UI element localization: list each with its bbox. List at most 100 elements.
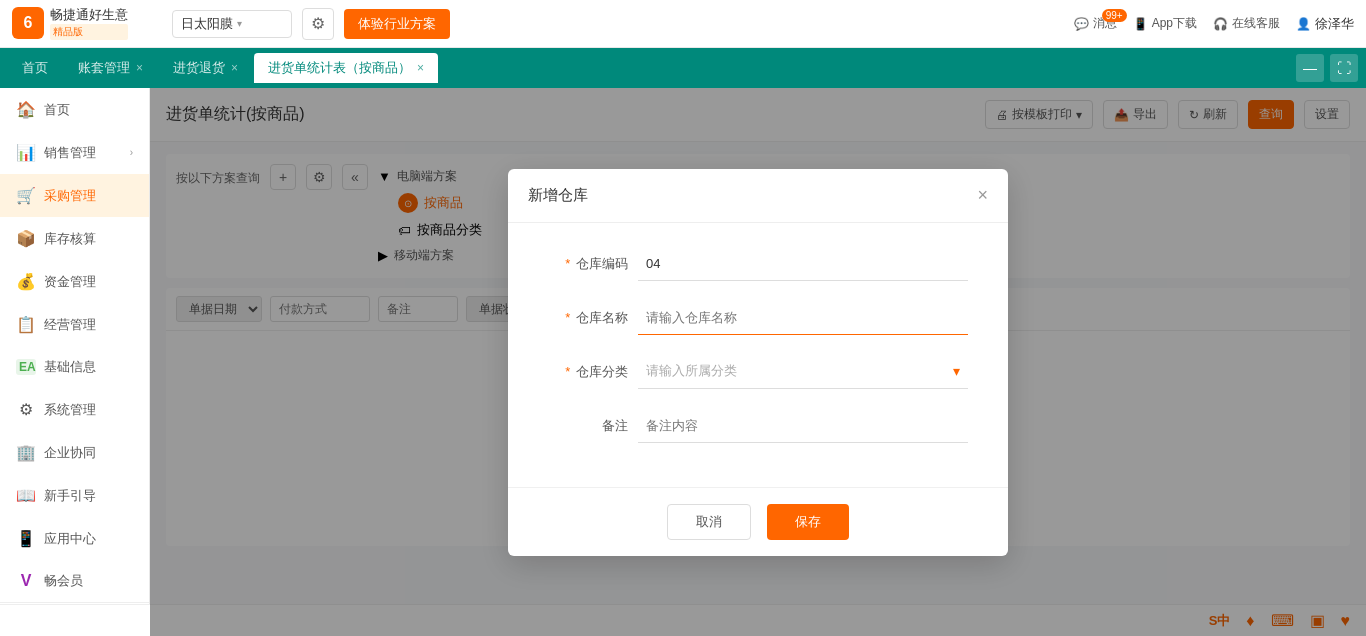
- code-label: * 仓库编码: [548, 255, 628, 273]
- headset-icon: 🎧: [1213, 17, 1228, 31]
- tab-home[interactable]: 首页: [8, 53, 62, 83]
- user-profile-button[interactable]: 👤 徐泽华: [1296, 15, 1354, 33]
- settings-button[interactable]: ⚙: [302, 8, 334, 40]
- online-service-button[interactable]: 🎧 在线客服: [1213, 15, 1280, 32]
- sidebar-item-sales-label: 销售管理: [44, 144, 96, 162]
- message-button[interactable]: 💬 99+ 消息: [1074, 15, 1117, 32]
- top-header: 6 畅捷通好生意 精品版 日太阳膜 ▾ ⚙ 体验行业方案 💬 99+ 消息 📱 …: [0, 0, 1366, 48]
- tab-account-close[interactable]: ×: [136, 61, 143, 75]
- sidebar-sales-arrow: ›: [130, 147, 133, 158]
- warehouse-code-input[interactable]: [638, 247, 968, 281]
- sidebar-item-system-label: 系统管理: [44, 401, 96, 419]
- logo-badge: 精品版: [50, 24, 128, 40]
- form-row-code: * 仓库编码: [548, 247, 968, 281]
- warehouse-note-input[interactable]: [638, 409, 968, 443]
- avatar-icon: 👤: [1296, 17, 1311, 31]
- sidebar-item-operations[interactable]: 📋 经营管理: [0, 303, 149, 346]
- tab-purchase-return-close[interactable]: ×: [231, 61, 238, 75]
- sidebar-item-home-label: 首页: [44, 101, 70, 119]
- inventory-icon: 📦: [16, 229, 36, 248]
- warehouse-name-input[interactable]: [638, 301, 968, 335]
- warehouse-category-select[interactable]: 请输入所属分类 ▾: [638, 355, 968, 389]
- sidebar-item-finance[interactable]: 💰 资金管理: [0, 260, 149, 303]
- save-button[interactable]: 保存: [767, 504, 849, 540]
- sidebar-item-enterprise[interactable]: 🏢 企业协同: [0, 431, 149, 474]
- tab-account-label: 账套管理: [78, 59, 130, 77]
- sidebar-item-purchase-label: 采购管理: [44, 187, 96, 205]
- dialog-title: 新增仓库: [528, 186, 588, 205]
- logo-area: 6 畅捷通好生意 精品版: [12, 7, 162, 40]
- message-icon: 💬: [1074, 17, 1089, 31]
- app-download-button[interactable]: 📱 App下载: [1133, 15, 1197, 32]
- tab-purchase-return[interactable]: 进货退货 ×: [159, 53, 252, 83]
- finance-icon: 💰: [16, 272, 36, 291]
- sidebar-item-apps-label: 应用中心: [44, 530, 96, 548]
- sidebar-item-system[interactable]: ⚙ 系统管理: [0, 388, 149, 431]
- sidebar-item-apps[interactable]: 📱 应用中心: [0, 517, 149, 560]
- tab-actions: — ⛶: [1296, 54, 1358, 82]
- user-name: 徐泽华: [1315, 15, 1354, 33]
- dropdown-arrow-icon: ▾: [237, 18, 242, 29]
- purchase-icon: 🛒: [16, 186, 36, 205]
- trial-button[interactable]: 体验行业方案: [344, 9, 450, 39]
- sidebar-item-home[interactable]: 🏠 首页: [0, 88, 149, 131]
- dialog-body: * 仓库编码 * 仓库名称 *: [508, 223, 1008, 487]
- phone-icon: 📱: [1133, 17, 1148, 31]
- guide-icon: 📖: [16, 486, 36, 505]
- category-dropdown-icon: ▾: [953, 363, 960, 379]
- tab-home-label: 首页: [22, 59, 48, 77]
- store-selector[interactable]: 日太阳膜 ▾: [172, 10, 292, 38]
- form-row-name: * 仓库名称: [548, 301, 968, 335]
- sidebar-item-enterprise-label: 企业协同: [44, 444, 96, 462]
- sales-icon: 📊: [16, 143, 36, 162]
- logo-text: 畅捷通好生意: [50, 7, 128, 24]
- tab-purchase-stats-close[interactable]: ×: [417, 61, 424, 75]
- apps-icon: 📱: [16, 529, 36, 548]
- dialog-close-button[interactable]: ×: [977, 185, 988, 206]
- category-label: * 仓库分类: [548, 363, 628, 381]
- sidebar: 🏠 首页 📊 销售管理 › 🛒 采购管理 📦 库存核算 💰 资金管理 📋 经营管…: [0, 88, 150, 636]
- sidebar-item-purchase[interactable]: 🛒 采购管理: [0, 174, 149, 217]
- cancel-button[interactable]: 取消: [667, 504, 751, 540]
- tab-purchase-stats-label: 进货单统计表（按商品）: [268, 59, 411, 77]
- form-row-category: * 仓库分类 请输入所属分类 ▾: [548, 355, 968, 389]
- content-area: 进货单统计(按商品) 🖨 按模板打印 ▾ 📤 导出 ↻ 刷新 查询: [150, 88, 1366, 636]
- app-download-label: App下载: [1152, 15, 1197, 32]
- sidebar-item-sales[interactable]: 📊 销售管理 ›: [0, 131, 149, 174]
- online-service-label: 在线客服: [1232, 15, 1280, 32]
- sidebar-item-basic-label: 基础信息: [44, 358, 96, 376]
- sidebar-item-operations-label: 经营管理: [44, 316, 96, 334]
- message-badge: 99+: [1102, 9, 1127, 22]
- sidebar-item-vip[interactable]: V 畅会员: [0, 560, 149, 602]
- form-row-note: 备注: [548, 409, 968, 443]
- sidebar-item-guide-label: 新手引导: [44, 487, 96, 505]
- tab-min-button[interactable]: —: [1296, 54, 1324, 82]
- tab-max-button[interactable]: ⛶: [1330, 54, 1358, 82]
- header-right: 💬 99+ 消息 📱 App下载 🎧 在线客服 👤 徐泽华: [1074, 15, 1354, 33]
- sidebar-item-finance-label: 资金管理: [44, 273, 96, 291]
- tab-bar: 首页 账套管理 × 进货退货 × 进货单统计表（按商品） × — ⛶: [0, 48, 1366, 88]
- logo-icon: 6: [12, 7, 44, 39]
- category-placeholder: 请输入所属分类: [646, 362, 737, 380]
- home-icon: 🏠: [16, 100, 36, 119]
- tab-purchase-return-label: 进货退货: [173, 59, 225, 77]
- name-label: * 仓库名称: [548, 309, 628, 327]
- note-label: 备注: [548, 417, 628, 435]
- new-warehouse-dialog: 新增仓库 × * 仓库编码 * 仓库名称: [508, 169, 1008, 556]
- dialog-overlay: 新增仓库 × * 仓库编码 * 仓库名称: [150, 88, 1366, 636]
- sidebar-item-guide[interactable]: 📖 新手引导: [0, 474, 149, 517]
- system-icon: ⚙: [16, 400, 36, 419]
- dialog-header: 新增仓库 ×: [508, 169, 1008, 223]
- operations-icon: 📋: [16, 315, 36, 334]
- enterprise-icon: 🏢: [16, 443, 36, 462]
- sidebar-item-inventory-label: 库存核算: [44, 230, 96, 248]
- store-name: 日太阳膜: [181, 15, 233, 33]
- dialog-footer: 取消 保存: [508, 487, 1008, 556]
- gear-icon: ⚙: [311, 14, 325, 33]
- basic-info-icon: EA: [16, 359, 36, 375]
- sidebar-item-basic[interactable]: EA 基础信息: [0, 346, 149, 388]
- tab-account[interactable]: 账套管理 ×: [64, 53, 157, 83]
- sidebar-item-inventory[interactable]: 📦 库存核算: [0, 217, 149, 260]
- tab-purchase-stats[interactable]: 进货单统计表（按商品） ×: [254, 53, 438, 83]
- main-layout: 🏠 首页 📊 销售管理 › 🛒 采购管理 📦 库存核算 💰 资金管理 📋 经营管…: [0, 88, 1366, 636]
